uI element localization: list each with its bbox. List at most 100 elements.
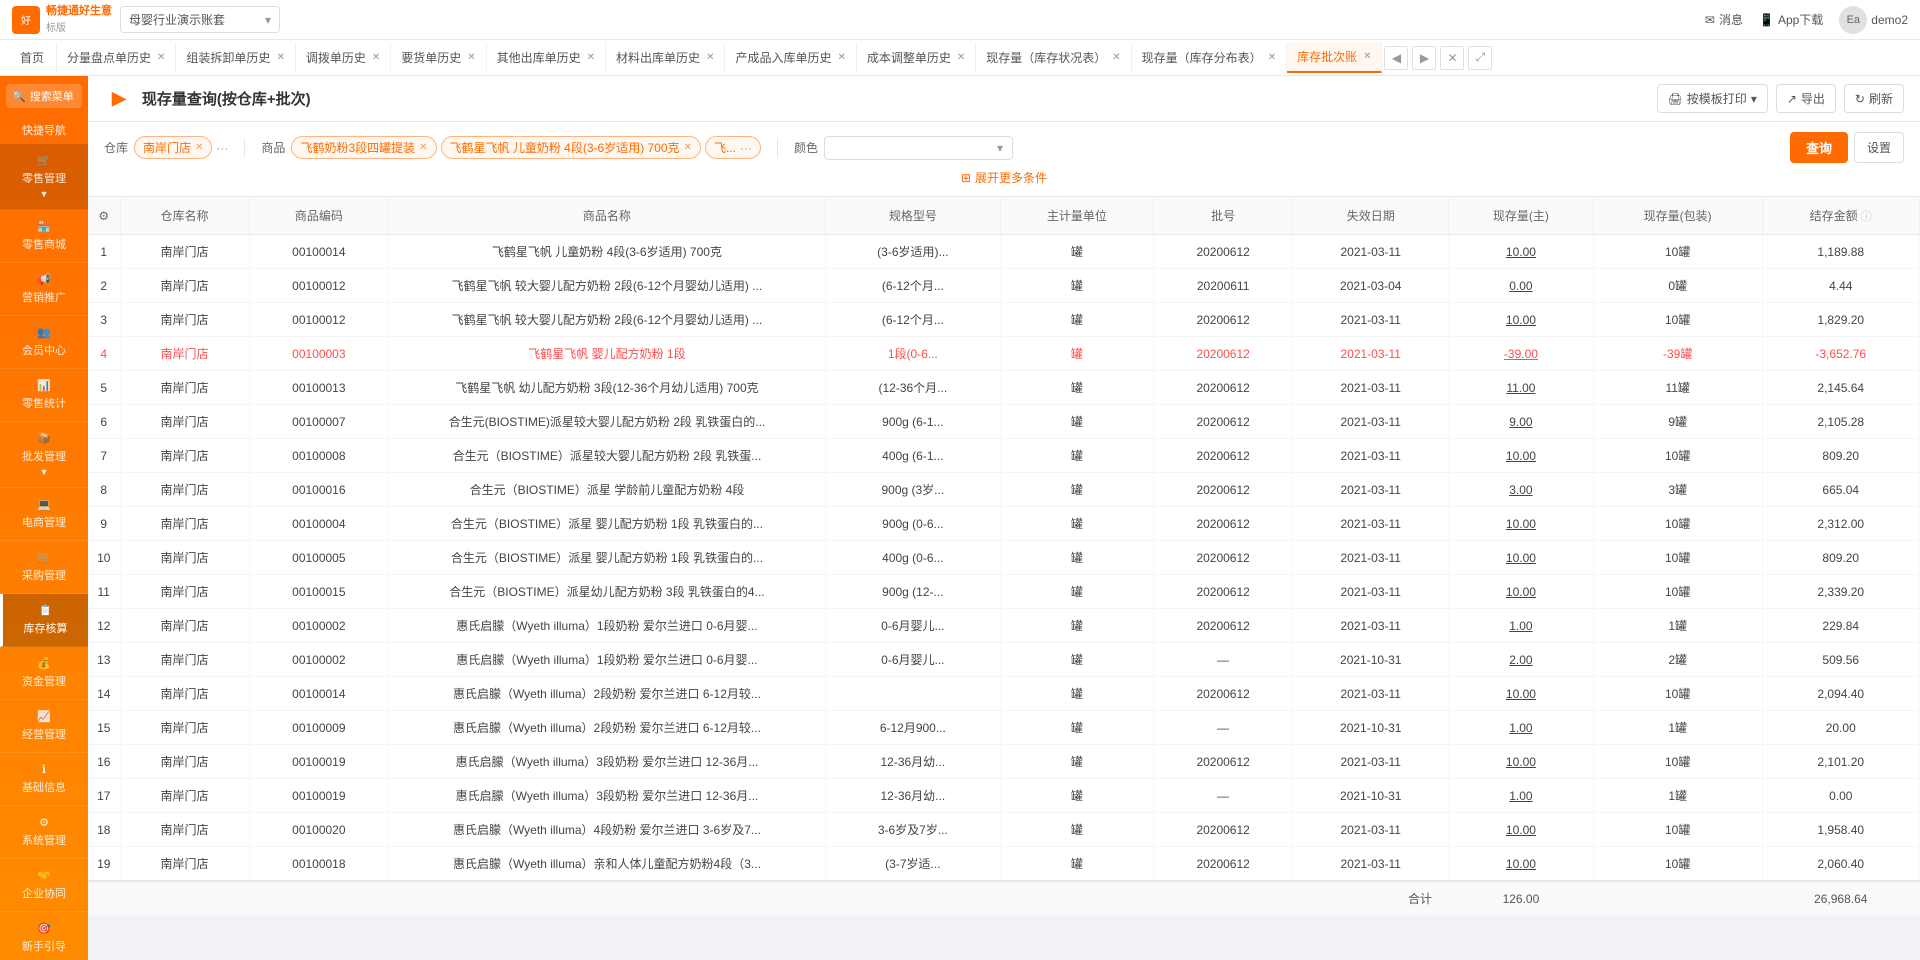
- sidebar-item-marketing[interactable]: 📢 营销推广: [0, 263, 88, 316]
- product-tags: 飞鹤奶粉3段四罐提装 ✕ 飞鹤星飞帆 儿童奶粉 4段(3-6岁适用) 700克 …: [291, 136, 761, 159]
- sidebar-item-member[interactable]: 👥 会员中心: [0, 316, 88, 369]
- sidebar-item-purchase[interactable]: 🛒 采购管理: [0, 541, 88, 594]
- tab-close-icon[interactable]: ✕: [837, 52, 845, 63]
- warehouse-filter: 仓库 南岸门店 ✕ ···: [104, 136, 228, 159]
- sidebar-item-guide[interactable]: 🎯 新手引导: [0, 912, 88, 960]
- sidebar-item-retail-shop[interactable]: 🏪 零售商城: [0, 210, 88, 263]
- message-btn[interactable]: ✉ 消息: [1705, 11, 1743, 28]
- setting-btn[interactable]: 设置: [1854, 132, 1904, 163]
- tab-xian-cun-fen[interactable]: 现存量（库存分布表） ✕: [1132, 43, 1287, 72]
- tab-zu-chai[interactable]: 组装拆卸单历史 ✕: [176, 43, 295, 72]
- tab-qi-ta-chu[interactable]: 其他出库单历史 ✕: [487, 43, 606, 72]
- cell-qty-main[interactable]: 1.00: [1449, 779, 1594, 813]
- cell-qty-main[interactable]: 10.00: [1449, 575, 1594, 609]
- cell-qty-main[interactable]: 9.00: [1449, 405, 1594, 439]
- export-btn[interactable]: ↗ 导出: [1776, 84, 1836, 113]
- warehouse-selector[interactable]: 母婴行业演示账套 ▾: [120, 6, 280, 33]
- cell-qty-main[interactable]: 1.00: [1449, 609, 1594, 643]
- warehouse-tag[interactable]: 南岸门店 ✕: [134, 136, 212, 159]
- product-tag-3[interactable]: 飞... ···: [705, 136, 761, 159]
- tab-cheng-ben[interactable]: 成本调整单历史 ✕: [857, 43, 976, 72]
- tab-close-icon[interactable]: ✕: [157, 52, 165, 63]
- tab-close-icon[interactable]: ✕: [1363, 51, 1371, 62]
- cell-qty-main[interactable]: 2.00: [1449, 643, 1594, 677]
- tab-xian-cun-ku[interactable]: 现存量（库存状况表） ✕: [976, 43, 1131, 72]
- product-tag-1[interactable]: 飞鹤奶粉3段四罐提装 ✕: [291, 136, 436, 159]
- tab-ku-cun-pi[interactable]: 库存批次账 ✕: [1287, 42, 1382, 73]
- cell-warehouse: 南岸门店: [120, 643, 249, 677]
- cell-qty-main[interactable]: 10.00: [1449, 677, 1594, 711]
- cell-qty-main[interactable]: 10.00: [1449, 541, 1594, 575]
- product-tag-2[interactable]: 飞鹤星飞帆 儿童奶粉 4段(3-6岁适用) 700克 ✕: [441, 136, 701, 159]
- tab-home[interactable]: 首页: [8, 43, 57, 72]
- tab-close-icon[interactable]: ✕: [587, 52, 595, 63]
- logo-text: 畅捷通好生意: [46, 5, 112, 18]
- sidebar-quick[interactable]: 快捷导航: [0, 116, 88, 144]
- sidebar-item-basic-info[interactable]: ℹ 基础信息: [0, 753, 88, 806]
- cell-qty-main[interactable]: 10.00: [1449, 507, 1594, 541]
- tab-chan-pin[interactable]: 产成品入库单历史 ✕: [725, 43, 856, 72]
- tab-close-icon[interactable]: ✕: [276, 52, 284, 63]
- tab-close-icon[interactable]: ✕: [957, 52, 965, 63]
- tab-nav-prev[interactable]: ◀: [1384, 46, 1408, 70]
- tag-close-icon[interactable]: ✕: [684, 142, 692, 153]
- user-area[interactable]: Ea demo2: [1839, 6, 1908, 34]
- tab-cai-liao[interactable]: 材料出库单历史 ✕: [606, 43, 725, 72]
- filter-more-dots[interactable]: ···: [216, 141, 228, 155]
- cell-batch: 20200612: [1153, 677, 1293, 711]
- tag-close-icon[interactable]: ✕: [195, 142, 203, 153]
- th-settings[interactable]: ⚙: [88, 197, 120, 235]
- footer-qty-main: 126.00: [1449, 881, 1594, 916]
- sidebar-search[interactable]: 🔍 搜索菜单: [6, 84, 82, 108]
- cell-qty-main[interactable]: 10.00: [1449, 745, 1594, 779]
- cell-qty-main[interactable]: -39.00: [1449, 337, 1594, 371]
- query-btn[interactable]: 查询: [1790, 132, 1848, 163]
- tab-fen-pao[interactable]: 分量盘点单历史 ✕: [57, 43, 176, 72]
- cell-qty-main[interactable]: 0.00: [1449, 269, 1594, 303]
- tab-fullscreen[interactable]: ⤢: [1468, 46, 1492, 70]
- tab-close-icon[interactable]: ✕: [467, 52, 475, 63]
- tab-close-icon[interactable]: ✕: [1268, 52, 1276, 63]
- sidebar-item-wholesale[interactable]: 📦 批发管理 ▼: [0, 422, 88, 488]
- tag-close-icon[interactable]: ✕: [419, 142, 427, 153]
- product-tag-2-value: 飞鹤星飞帆 儿童奶粉 4段(3-6岁适用) 700克: [450, 139, 680, 156]
- color-select[interactable]: [824, 136, 1013, 160]
- cell-qty-main[interactable]: 11.00: [1449, 371, 1594, 405]
- cell-qty-main[interactable]: 10.00: [1449, 439, 1594, 473]
- sidebar-item-inventory[interactable]: 📋 库存核算: [0, 594, 88, 647]
- chevron-down-icon: ▾: [997, 141, 1003, 155]
- refresh-btn[interactable]: ↻ 刷新: [1844, 84, 1904, 113]
- tab-close-icon[interactable]: ✕: [706, 52, 714, 63]
- table-scroll-area[interactable]: ⚙ 仓库名称 商品编码 商品名称 规格型号 主计量单位 批号 失效日期 现存量(…: [88, 197, 1920, 960]
- th-qty-main: 现存量(主): [1449, 197, 1594, 235]
- tab-close-icon[interactable]: ✕: [1112, 52, 1120, 63]
- print-btn[interactable]: 🖨 按模板打印 ▾: [1657, 84, 1768, 113]
- cell-qty-main[interactable]: 10.00: [1449, 813, 1594, 847]
- tab-nav-next[interactable]: ▶: [1412, 46, 1436, 70]
- cell-qty-main[interactable]: 1.00: [1449, 711, 1594, 745]
- cell-no: 4: [88, 337, 120, 371]
- sidebar-item-ecommerce[interactable]: 💻 电商管理: [0, 488, 88, 541]
- tab-close-all[interactable]: ✕: [1440, 46, 1464, 70]
- sidebar-item-retail-stat[interactable]: 📊 零售统计: [0, 369, 88, 422]
- cell-no: 3: [88, 303, 120, 337]
- expand-sidebar-btn[interactable]: ▶: [104, 88, 134, 109]
- tab-close-icon[interactable]: ✕: [372, 52, 380, 63]
- cell-qty-main[interactable]: 10.00: [1449, 847, 1594, 882]
- sidebar-item-retail-mgmt[interactable]: 🛒 零售管理 ▼: [0, 144, 88, 210]
- tab-yao-huo[interactable]: 要货单历史 ✕: [391, 43, 486, 72]
- sidebar-item-operations[interactable]: 📈 经营管理: [0, 700, 88, 753]
- filter-divider: [244, 138, 245, 158]
- cell-code: 00100007: [249, 405, 389, 439]
- cell-qty-main[interactable]: 10.00: [1449, 235, 1594, 269]
- cell-qty-main[interactable]: 3.00: [1449, 473, 1594, 507]
- table-footer: 合计 126.00 26,968.64: [88, 881, 1920, 916]
- sidebar-item-system[interactable]: ⚙ 系统管理: [0, 806, 88, 859]
- cell-qty-main[interactable]: 10.00: [1449, 303, 1594, 337]
- sidebar-item-finance[interactable]: 💰 资金管理: [0, 647, 88, 700]
- sidebar-item-collab[interactable]: 🤝 企业协同: [0, 859, 88, 912]
- app-download-btn[interactable]: 📱 App下载: [1759, 11, 1823, 28]
- filter-more-dots[interactable]: ···: [740, 141, 752, 155]
- tab-diao-bo[interactable]: 调拨单历史 ✕: [296, 43, 391, 72]
- expand-more-filters[interactable]: ⊞ 展开更多条件: [104, 169, 1904, 186]
